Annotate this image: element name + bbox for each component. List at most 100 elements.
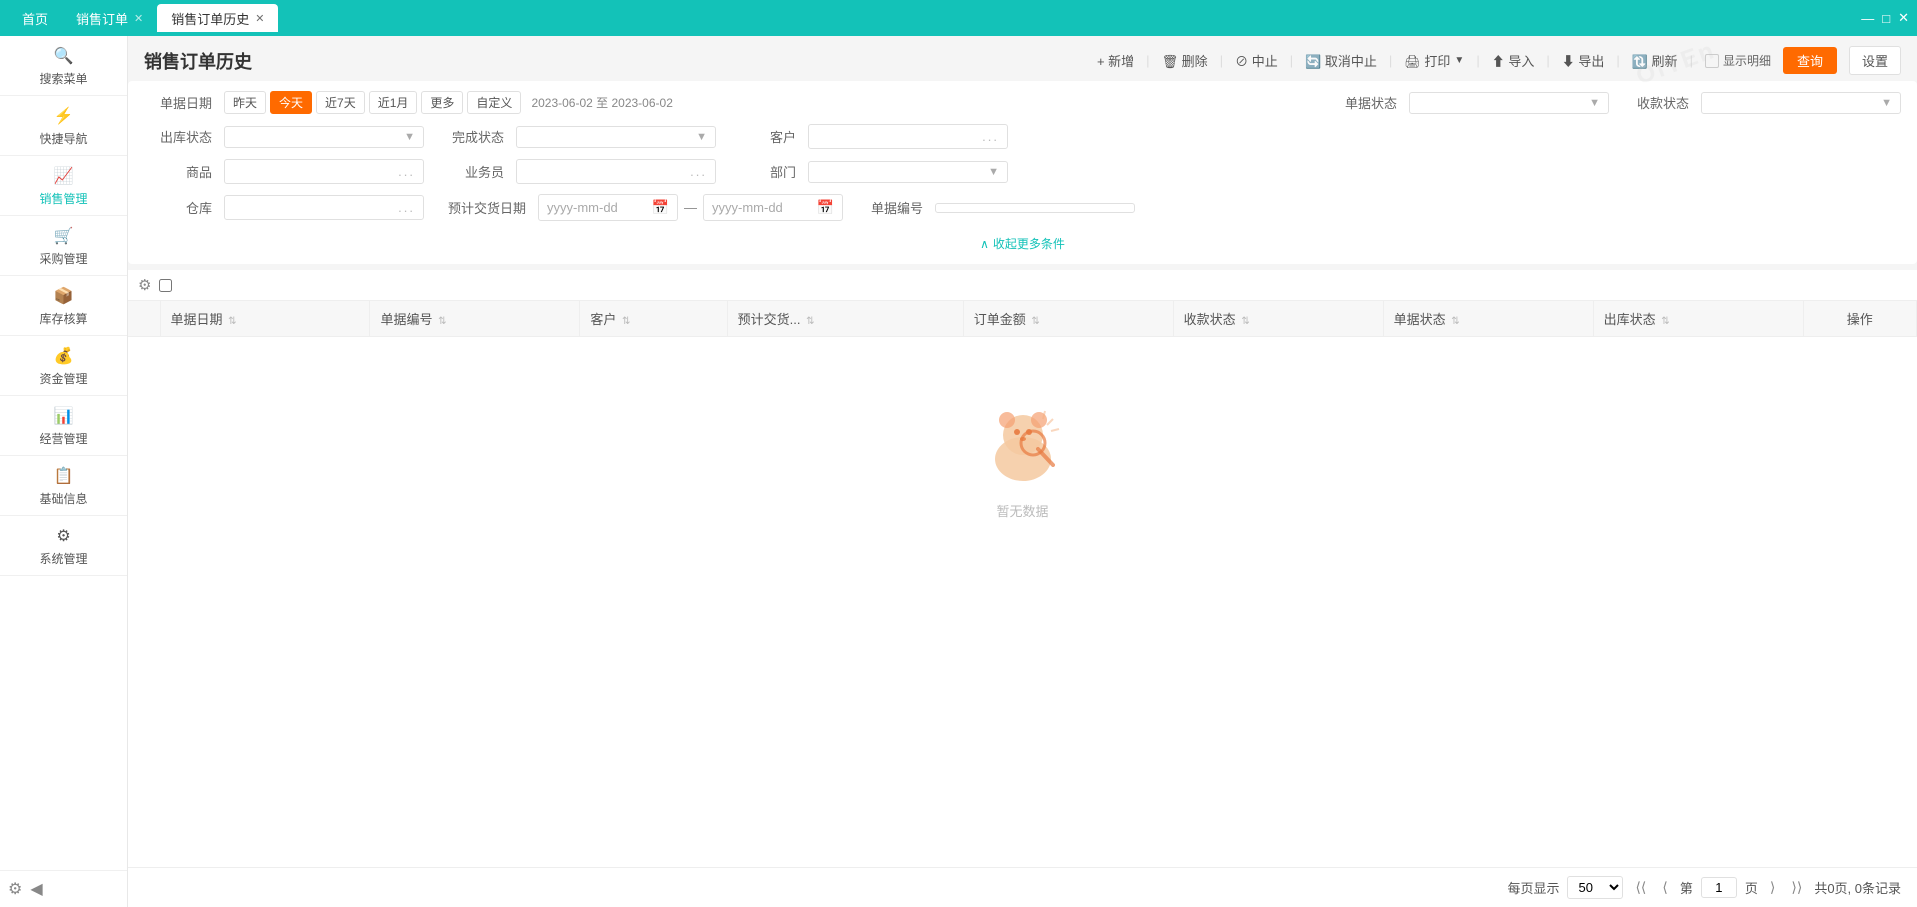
sidebar-item-basic-info[interactable]: 📋 基础信息	[0, 456, 127, 516]
sidebar-item-inventory[interactable]: 📦 库存核算	[0, 276, 127, 336]
date-btn-yesterday[interactable]: 昨天	[224, 91, 266, 114]
filter-panel: 单据日期 昨天 今天 近7天 近1月 更多 自定义 2023-06-02 至 2…	[128, 81, 1917, 264]
tab-home[interactable]: 首页	[8, 4, 62, 32]
tab-home-label: 首页	[22, 9, 48, 28]
print-button[interactable]: 🖨 打印 ▼	[1404, 51, 1464, 70]
page-label: 页	[1745, 878, 1758, 897]
filter-row-3: 商品 ... 业务员 ... 部门 ▼	[144, 159, 1901, 184]
th-expected-date[interactable]: 预计交货... ⇅	[727, 301, 963, 337]
prev-page-btn[interactable]: ⟨	[1658, 879, 1671, 896]
bill-no-input[interactable]	[935, 203, 1135, 213]
table-settings-icon[interactable]: ⚙	[138, 276, 151, 294]
delete-button[interactable]: 🗑 删除	[1162, 51, 1208, 70]
collapse-filter-row[interactable]: ∧ 收起更多条件	[144, 231, 1901, 254]
bill-no-label: 单据编号	[855, 198, 923, 217]
cal-to-icon[interactable]: 📅	[817, 199, 834, 216]
sidebar-item-sys-mgmt[interactable]: ⚙ 系统管理	[0, 516, 127, 576]
maximize-btn[interactable]: □	[1882, 11, 1890, 26]
search-menu-icon: 🔍	[54, 46, 74, 66]
goods-dots-icon[interactable]: ...	[398, 164, 415, 179]
sidebar-item-search-menu[interactable]: 🔍 搜索菜单	[0, 36, 127, 96]
sidebar-item-sys-mgmt-label: 系统管理	[39, 550, 87, 567]
tab-sales-order-history-close[interactable]: ✕	[255, 12, 264, 25]
sidebar-collapse-btn[interactable]: ◀	[30, 879, 42, 899]
th-customer[interactable]: 客户 ⇅	[580, 301, 727, 337]
minimize-btn[interactable]: —	[1861, 11, 1874, 26]
goods-input[interactable]: ...	[224, 159, 424, 184]
basic-info-icon: 📋	[54, 466, 74, 486]
salesperson-input[interactable]: ...	[516, 159, 716, 184]
show-detail-checkbox[interactable]	[1705, 54, 1719, 68]
page-size-select[interactable]: 50 10 20 100	[1567, 876, 1623, 899]
th-receive-status[interactable]: 收款状态 ⇅	[1173, 301, 1383, 337]
first-page-btn[interactable]: ⟨⟨	[1631, 879, 1650, 896]
sort-out-status-icon: ⇅	[1661, 316, 1669, 327]
sidebar-item-quick-nav[interactable]: ⚡ 快捷导航	[0, 96, 127, 156]
receive-status-arrow-icon: ▼	[1881, 97, 1892, 109]
refresh-button[interactable]: 🔃 刷新	[1632, 51, 1678, 70]
th-bill-no[interactable]: 单据编号 ⇅	[370, 301, 580, 337]
date-btn-7days[interactable]: 近7天	[316, 91, 365, 114]
next-page-btn[interactable]: ⟩	[1766, 879, 1779, 896]
tab-sales-order-close[interactable]: ✕	[134, 12, 143, 25]
sort-expected-date-icon: ⇅	[806, 316, 814, 327]
date-to-placeholder: yyyy-mm-dd	[712, 200, 783, 215]
last-page-btn[interactable]: ⟩⟩	[1787, 879, 1806, 896]
bill-status-select[interactable]: ▼	[1409, 92, 1609, 114]
filter-row-1: 单据日期 昨天 今天 近7天 近1月 更多 自定义 2023-06-02 至 2…	[144, 91, 1901, 114]
close-btn[interactable]: ✕	[1898, 10, 1909, 26]
cancel-stop-button[interactable]: 🔄 取消中止	[1305, 51, 1377, 70]
sidebar-item-ops-mgmt-label: 经营管理	[39, 430, 87, 447]
sidebar-item-purchase-mgmt[interactable]: 🛒 采购管理	[0, 216, 127, 276]
add-button[interactable]: + 新增	[1097, 51, 1134, 70]
bill-date-label: 单据日期	[144, 93, 212, 112]
th-checkbox	[128, 301, 160, 337]
current-page-input[interactable]	[1701, 877, 1737, 898]
tab-sales-order-label: 销售订单	[76, 9, 128, 28]
query-button[interactable]: 查询	[1783, 47, 1837, 74]
th-bill-status[interactable]: 单据状态 ⇅	[1383, 301, 1593, 337]
date-btn-1month[interactable]: 近1月	[369, 91, 418, 114]
empty-state: 暂无数据	[128, 337, 1917, 560]
date-btn-today[interactable]: 今天	[270, 91, 312, 114]
dept-select[interactable]: ▼	[808, 161, 1008, 183]
select-all-checkbox[interactable]	[159, 279, 172, 292]
warehouse-dots-icon[interactable]: ...	[398, 200, 415, 215]
expected-date-to[interactable]: yyyy-mm-dd 📅	[703, 194, 843, 221]
out-status-select[interactable]: ▼	[224, 126, 424, 148]
warehouse-input[interactable]: ...	[224, 195, 424, 220]
sidebar-item-capital-mgmt[interactable]: 💰 资金管理	[0, 336, 127, 396]
stop-button[interactable]: ⊘ 中止	[1235, 51, 1278, 70]
th-bill-date[interactable]: 单据日期 ⇅	[160, 301, 370, 337]
sidebar-item-sales-mgmt[interactable]: 📈 销售管理	[0, 156, 127, 216]
complete-status-select[interactable]: ▼	[516, 126, 716, 148]
customer-input[interactable]: ...	[808, 124, 1008, 149]
sidebar-item-capital-mgmt-label: 资金管理	[39, 370, 87, 387]
dept-arrow-icon: ▼	[988, 166, 999, 178]
sidebar-item-ops-mgmt[interactable]: 📊 经营管理	[0, 396, 127, 456]
sidebar-item-purchase-mgmt-label: 采购管理	[39, 250, 87, 267]
out-status-arrow-icon: ▼	[404, 131, 415, 143]
complete-status-arrow-icon: ▼	[696, 131, 707, 143]
th-order-amount[interactable]: 订单金额 ⇅	[963, 301, 1173, 337]
expected-date-from[interactable]: yyyy-mm-dd 📅	[538, 194, 678, 221]
import-button[interactable]: ⬆ 导入	[1492, 51, 1535, 70]
settings-button[interactable]: 设置	[1849, 46, 1901, 75]
tab-sales-order-history[interactable]: 销售订单历史 ✕	[157, 4, 278, 32]
salesperson-dots-icon[interactable]: ...	[690, 164, 707, 179]
date-btn-more[interactable]: 更多	[421, 91, 463, 114]
capital-mgmt-icon: 💰	[54, 346, 74, 366]
sidebar-settings-btn[interactable]: ⚙	[8, 879, 22, 899]
cal-from-icon[interactable]: 📅	[652, 199, 669, 216]
th-out-status[interactable]: 出库状态 ⇅	[1593, 301, 1803, 337]
export-button[interactable]: ⬇ 导出	[1562, 51, 1605, 70]
date-btn-custom[interactable]: 自定义	[467, 91, 521, 114]
customer-dots-icon[interactable]: ...	[982, 129, 999, 144]
tab-sales-order[interactable]: 销售订单 ✕	[62, 4, 157, 32]
page-title: 销售订单历史	[144, 48, 252, 74]
th-ops: 操作	[1803, 301, 1916, 337]
content-area: 销售订单历史 + 新增 | 🗑 删除 | ⊘ 中止 | 🔄 取消中止 | 🖨 打…	[128, 36, 1917, 907]
footer-pagination: 每页显示 50 10 20 100 ⟨⟨ ⟨ 第 页 ⟩ ⟩⟩ 共0页, 0条记…	[128, 867, 1917, 907]
receive-status-select[interactable]: ▼	[1701, 92, 1901, 114]
out-status-label: 出库状态	[144, 127, 212, 146]
